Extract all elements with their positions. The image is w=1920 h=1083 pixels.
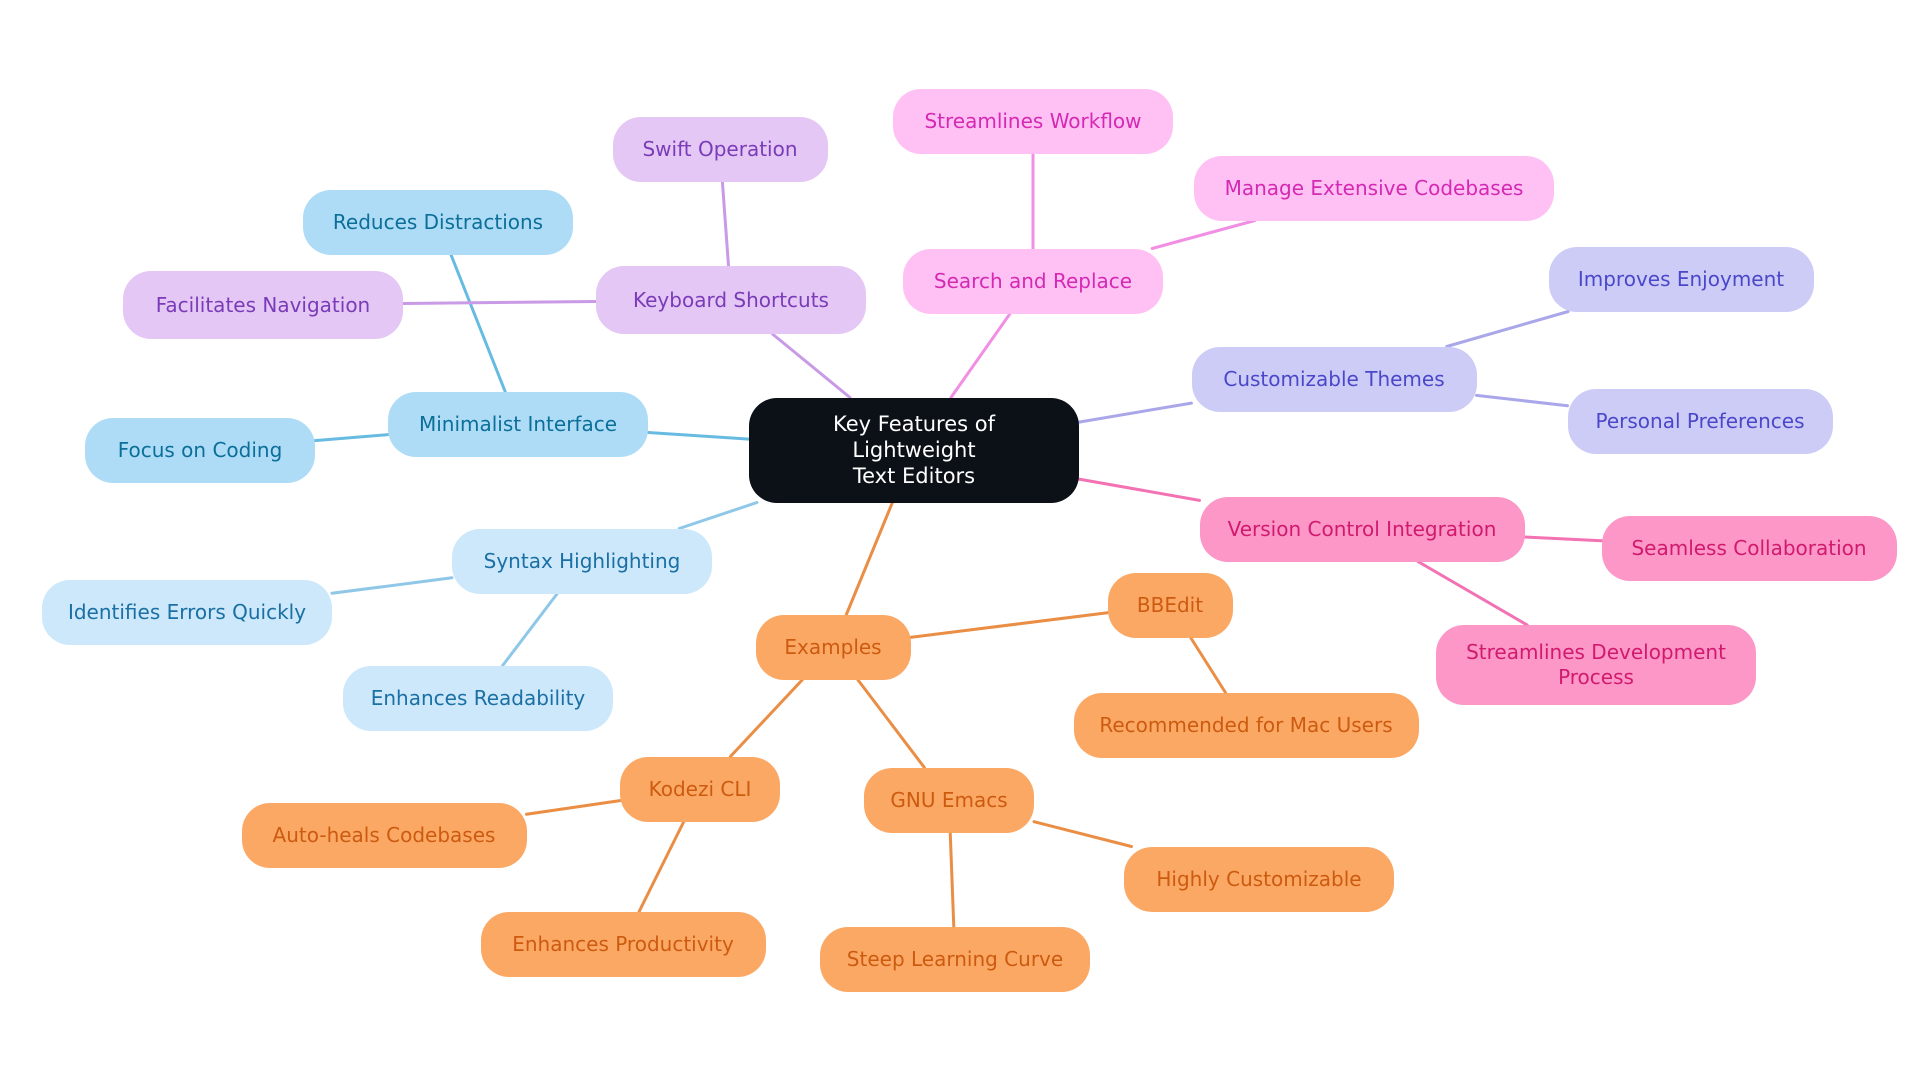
mini_b-node: Focus on Coding bbox=[85, 418, 315, 483]
emacs_a-node: Highly Customizable bbox=[1124, 847, 1394, 912]
root-node: Key Features of Lightweight Text Editors bbox=[749, 398, 1079, 503]
key_a-node: Swift Operation bbox=[613, 117, 828, 182]
sr_b-node: Manage Extensive Codebases bbox=[1194, 156, 1554, 221]
key-node: Keyboard Shortcuts bbox=[596, 266, 866, 334]
sr_a-node: Streamlines Workflow bbox=[893, 89, 1173, 154]
vc-node: Version Control Integration bbox=[1200, 497, 1525, 562]
syn_a-node: Identifies Errors Quickly bbox=[42, 580, 332, 645]
sr-node: Search and Replace bbox=[903, 249, 1163, 314]
bbedit_a-node: Recommended for Mac Users bbox=[1074, 693, 1419, 758]
kodezi-node: Kodezi CLI bbox=[620, 757, 780, 822]
kodezi_b-node: Enhances Productivity bbox=[481, 912, 766, 977]
bbedit-node: BBEdit bbox=[1108, 573, 1233, 638]
ex-node: Examples bbox=[756, 615, 911, 680]
emacs_b-node: Steep Learning Curve bbox=[820, 927, 1090, 992]
emacs-node: GNU Emacs bbox=[864, 768, 1034, 833]
key_b-node: Facilitates Navigation bbox=[123, 271, 403, 339]
ct_a-node: Improves Enjoyment bbox=[1549, 247, 1814, 312]
mini_a-node: Reduces Distractions bbox=[303, 190, 573, 255]
kodezi_a-node: Auto-heals Codebases bbox=[242, 803, 527, 868]
mini-node: Minimalist Interface bbox=[388, 392, 648, 457]
syn-node: Syntax Highlighting bbox=[452, 529, 712, 594]
ct_b-node: Personal Preferences bbox=[1568, 389, 1833, 454]
ct-node: Customizable Themes bbox=[1192, 347, 1477, 412]
vc_b-node: Streamlines Development Process bbox=[1436, 625, 1756, 705]
vc_a-node: Seamless Collaboration bbox=[1602, 516, 1897, 581]
syn_b-node: Enhances Readability bbox=[343, 666, 613, 731]
